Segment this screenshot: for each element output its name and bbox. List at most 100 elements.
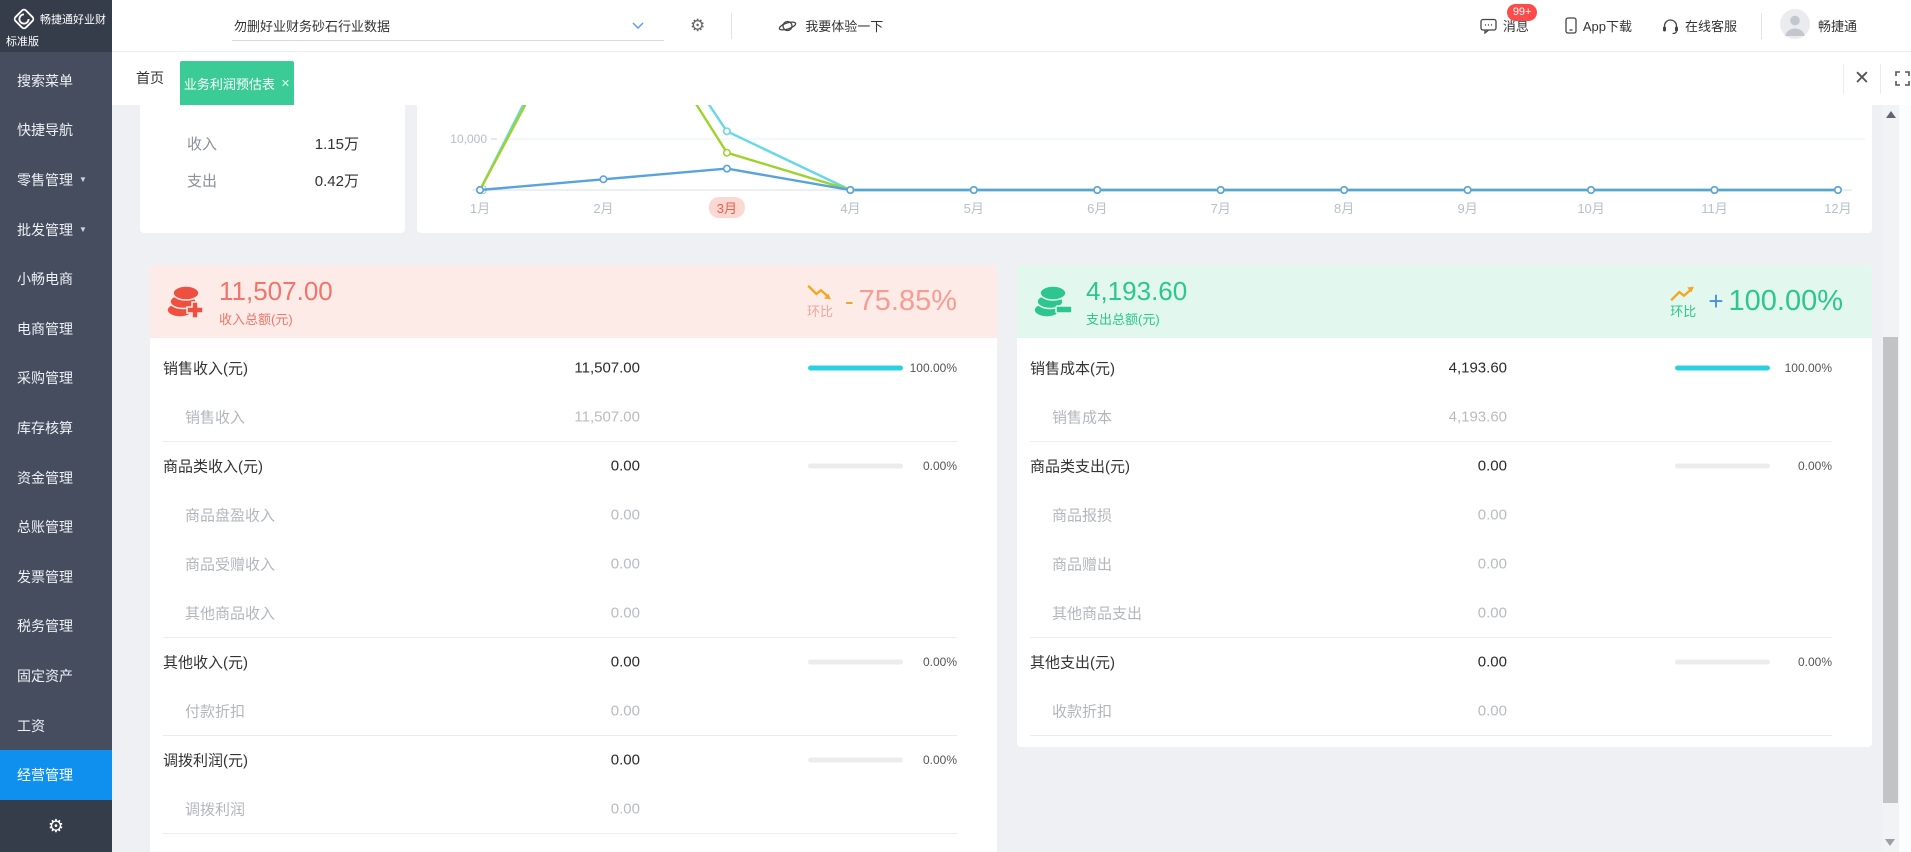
sidebar-item-label: 快捷导航: [17, 122, 73, 139]
row-percent: 0.00%: [922, 458, 957, 473]
month-label[interactable]: 11月: [1693, 197, 1736, 218]
sidebar-item[interactable]: 库存核算: [0, 403, 112, 453]
table-row: 调拨利润 0.00: [150, 784, 997, 833]
settings-gear-icon[interactable]: ⚙: [690, 17, 705, 34]
scrollbar-thumb[interactable]: [1883, 337, 1898, 803]
row-label: 其他商品支出: [1052, 605, 1143, 622]
fullscreen-button[interactable]: [1881, 52, 1911, 105]
close-icon[interactable]: ✕: [1844, 52, 1880, 105]
sidebar-item[interactable]: 固定资产: [0, 651, 112, 701]
table-row: 销售收入(元) 11,507.00 100.00%: [150, 343, 997, 392]
row-label: 付款折扣: [185, 703, 246, 720]
row-value: 0.00: [610, 604, 640, 621]
avatar-icon: [1779, 9, 1810, 39]
row-label: 调拨利润: [185, 801, 246, 818]
summary-panel: 收入 1.15万 支出 0.42万: [140, 105, 405, 233]
sidebar-item[interactable]: 工资: [0, 701, 112, 751]
row-label: 商品类支出(元): [1030, 458, 1130, 475]
month-label[interactable]: 4月: [832, 197, 868, 218]
income-total: 11,507.00: [219, 275, 333, 306]
message-icon: [1480, 18, 1497, 34]
row-value: 11,507.00: [574, 359, 640, 376]
sidebar-item[interactable]: 电商管理: [0, 304, 112, 354]
table-row: 销售收入 11,507.00: [150, 392, 997, 441]
month-label[interactable]: 6月: [1079, 197, 1115, 218]
expense-ratio: + 100.00%: [1708, 285, 1843, 318]
sidebar-item-label: 批发管理: [17, 221, 73, 238]
tab-close-icon[interactable]: ✕: [281, 77, 290, 90]
expense-total: 4,193.60: [1086, 275, 1188, 306]
month-label[interactable]: 1月: [462, 197, 498, 218]
income-total-block: 11,507.00 收入总额(元): [219, 276, 333, 328]
row-percent: 0.00%: [1797, 458, 1832, 473]
expense-card-header: 4,193.60 支出总额(元) 环比 + 100.00%: [1017, 265, 1872, 338]
expense-total-block: 4,193.60 支出总额(元): [1086, 276, 1187, 328]
sidebar-item[interactable]: 发票管理: [0, 552, 112, 602]
table-row: 付款折扣 0.00: [150, 686, 997, 735]
table-row: 收款折扣 0.00: [1017, 686, 1872, 735]
sidebar-item[interactable]: 税务管理: [0, 602, 112, 652]
sidebar-settings-gear-icon[interactable]: ⚙: [48, 817, 64, 835]
company-select[interactable]: 勿删好业财务砂石行业数据: [232, 11, 664, 41]
topbar-right: 消息 99+ App下载 在线客服 畅捷通: [1480, 4, 1857, 42]
chevron-down-icon: [632, 21, 644, 29]
month-label[interactable]: 9月: [1449, 197, 1485, 218]
messages-button[interactable]: 消息 99+: [1480, 4, 1538, 35]
sidebar-item-label: 税务管理: [17, 618, 73, 635]
income-ratio-block: 环比 - 75.85%: [805, 283, 957, 320]
row-label: 其他支出(元): [1030, 654, 1115, 671]
sidebar-menu: 搜索菜单快捷导航零售管理 ▼ 批发管理 ▼ 小畅电商电商管理采购管理 库存核算 资金管理 总账…: [0, 52, 112, 800]
sidebar-item[interactable]: 快捷导航: [0, 106, 112, 156]
online-service-label: 在线客服: [1684, 19, 1737, 34]
row-label: 销售成本: [1052, 409, 1113, 426]
row-label: 收款折扣: [1052, 703, 1113, 720]
row-percent: 0.00%: [922, 654, 957, 669]
month-axis: 1月 2月 3月 4月 5月 6月 7月 8月 9月 10月 11月 12月: [417, 105, 1872, 233]
table-row: 商品报损 0.00: [1017, 490, 1872, 539]
month-label[interactable]: 10月: [1569, 197, 1612, 218]
month-label[interactable]: 12月: [1816, 197, 1859, 218]
income-ratio-sign: -: [844, 286, 854, 316]
sidebar-item-label: 小畅电商: [17, 271, 73, 288]
scrollbar-up-arrow[interactable]: [1885, 111, 1896, 118]
scrollbar-down-arrow[interactable]: [1885, 839, 1895, 846]
table-row: 其他商品支出 0.00: [1017, 588, 1872, 637]
sidebar-item[interactable]: 经营管理: [0, 750, 112, 800]
sidebar-item-label: 电商管理: [17, 320, 73, 337]
sidebar-item-label: 工资: [17, 717, 45, 734]
month-label[interactable]: 2月: [585, 197, 621, 218]
sidebar-item[interactable]: 批发管理 ▼: [0, 205, 112, 255]
online-service-button[interactable]: 在线客服: [1662, 16, 1737, 35]
app-title: 畅捷通好业财: [40, 14, 106, 26]
user-avatar[interactable]: [1779, 9, 1810, 42]
username[interactable]: 畅捷通: [1818, 16, 1857, 35]
month-label[interactable]: 7月: [1203, 197, 1239, 218]
sidebar-item[interactable]: 小畅电商: [0, 254, 112, 304]
sidebar-item[interactable]: 总账管理: [0, 502, 112, 552]
tab-home[interactable]: 首页: [122, 52, 178, 105]
sidebar-item[interactable]: 采购管理: [0, 354, 112, 404]
sidebar-item[interactable]: 搜索菜单: [0, 56, 112, 106]
income-table: 销售收入(元) 11,507.00 100.00% 销售收入 11,507.00 商品类收…: [150, 338, 997, 834]
app-edition: 标准版: [6, 36, 39, 48]
month-label-selected[interactable]: 3月: [708, 197, 746, 218]
row-percent: 0.00%: [1797, 654, 1832, 669]
experience-button[interactable]: 我要体验一下: [778, 16, 883, 35]
sidebar-item-label: 经营管理: [17, 767, 73, 784]
income-ratio: - 75.85%: [845, 285, 957, 318]
month-label[interactable]: 5月: [956, 197, 992, 218]
sidebar-item-label: 发票管理: [17, 568, 73, 585]
app-download-button[interactable]: App下载: [1565, 16, 1632, 35]
row-value: 4,193.60: [1448, 408, 1507, 425]
messages-badge: 99+: [1506, 4, 1538, 21]
sidebar-item[interactable]: 零售管理 ▼: [0, 155, 112, 205]
sidebar-item-label: 搜索菜单: [17, 72, 73, 89]
app-download-label: App下载: [1582, 19, 1632, 34]
sidebar-item[interactable]: 资金管理: [0, 453, 112, 503]
tab-profit-forecast[interactable]: 业务利润预估表 ✕: [180, 61, 294, 105]
vertical-scrollbar[interactable]: [1882, 105, 1899, 852]
expense-coins-icon: [1033, 284, 1073, 318]
row-value: 11,507.00: [574, 408, 640, 425]
month-label[interactable]: 8月: [1326, 197, 1362, 218]
expense-ratio-block: 环比 + 100.00%: [1668, 283, 1843, 320]
